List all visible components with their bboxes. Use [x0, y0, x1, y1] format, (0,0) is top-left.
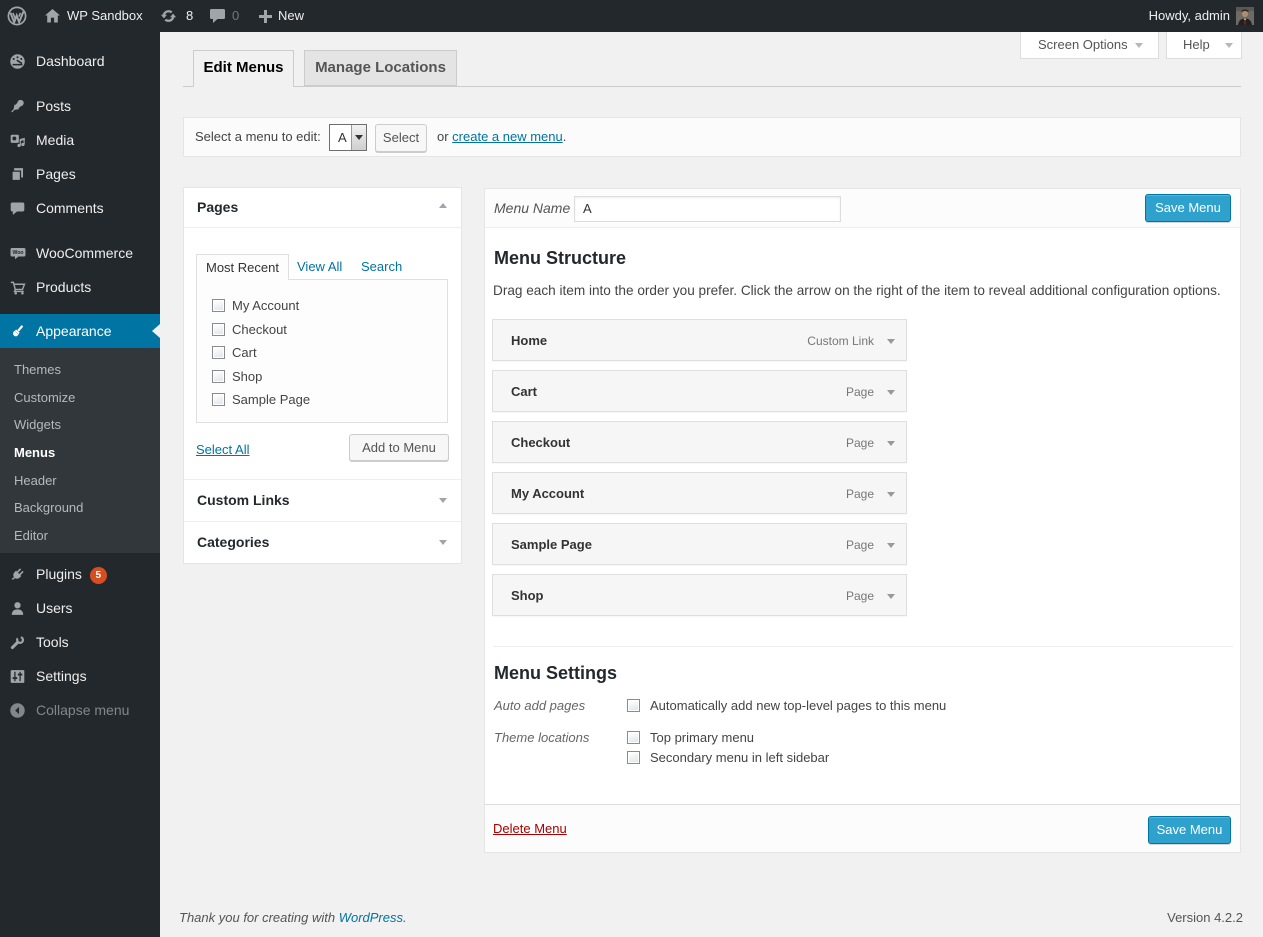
svg-text:Woo: Woo	[13, 250, 24, 256]
